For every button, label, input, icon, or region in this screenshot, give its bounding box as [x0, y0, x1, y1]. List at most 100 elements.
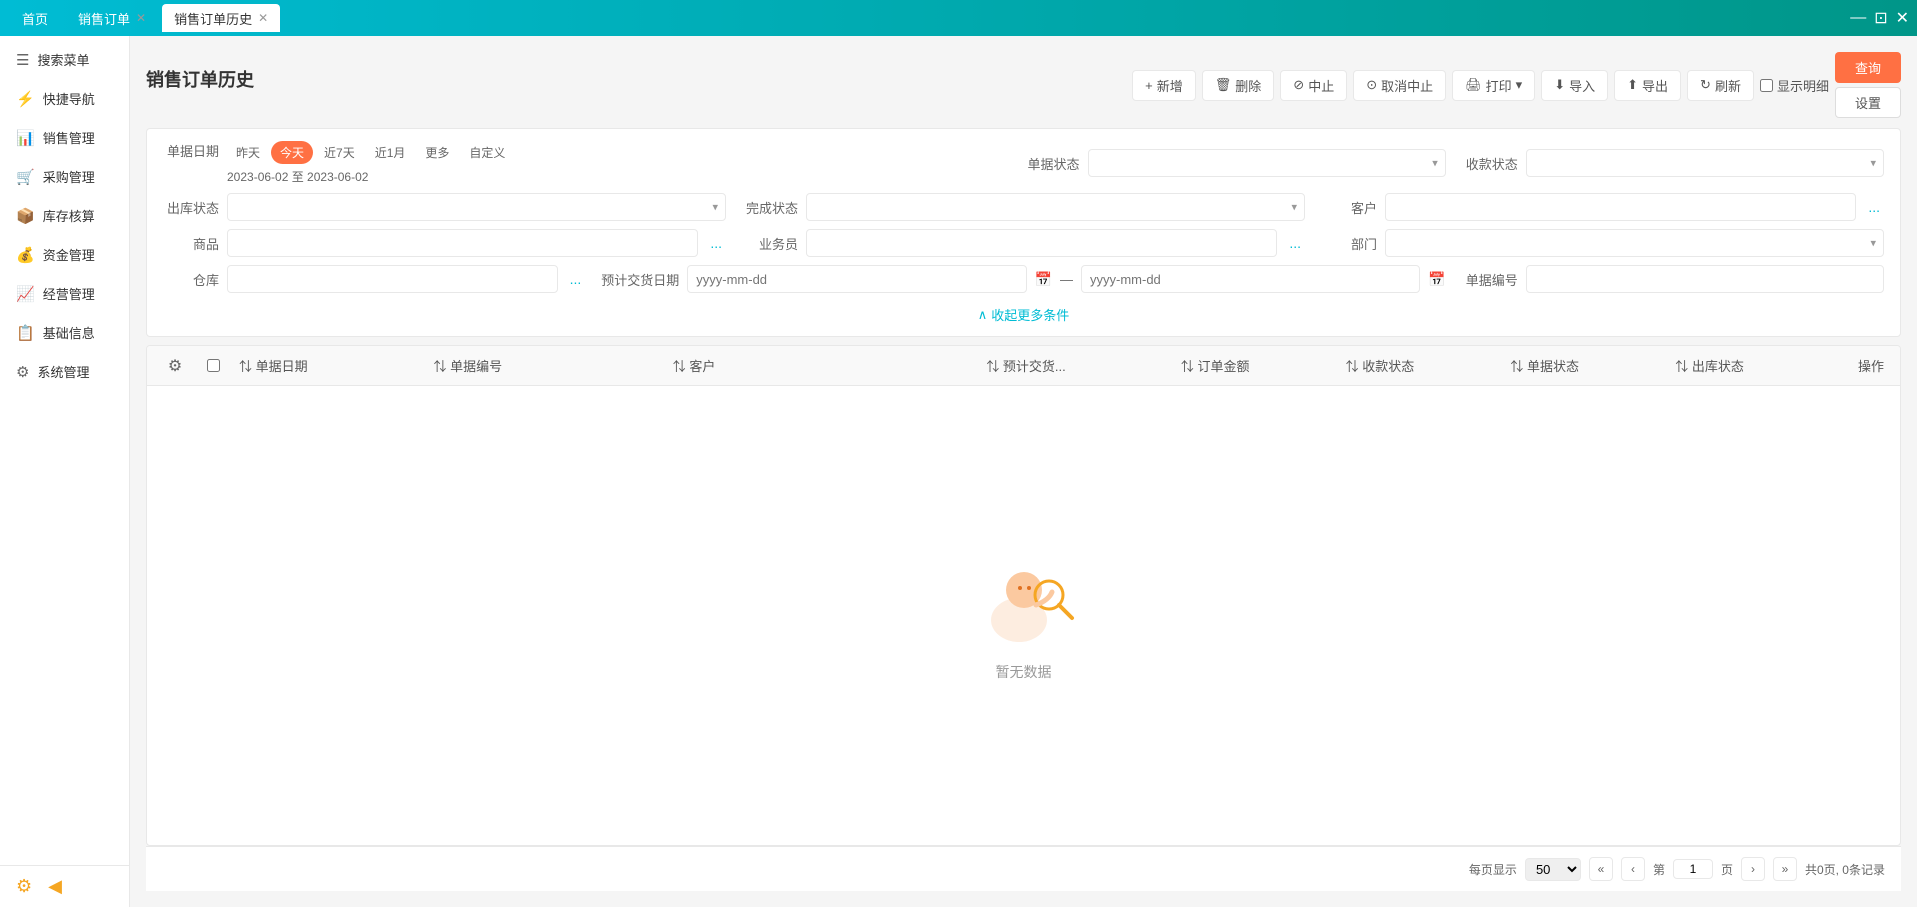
warehouse-ellipsis[interactable]: ... [566, 271, 586, 287]
th-order-status[interactable]: ⇅ 单据状态 [1502, 356, 1667, 375]
sidebar-item-capital[interactable]: 💰 资金管理 [0, 235, 129, 274]
refresh-label: 刷新 [1715, 76, 1741, 95]
sidebar-item-quick-nav-label: 快捷导航 [43, 89, 95, 108]
tab-home[interactable]: 首页 [8, 4, 62, 32]
home-label: 首页 [22, 9, 48, 28]
sidebar-item-ops[interactable]: 📈 经营管理 [0, 274, 129, 313]
per-page-select[interactable]: 50 10 20 100 [1525, 858, 1581, 881]
sidebar-item-search-menu[interactable]: ☰ 搜索菜单 [0, 40, 129, 79]
th-client[interactable]: ⇅ 客户 [665, 356, 979, 375]
delete-icon: 🗑 [1215, 77, 1232, 93]
stock-status-select[interactable] [227, 193, 726, 221]
empty-illustration [964, 550, 1084, 650]
minimize-icon[interactable]: — [1850, 9, 1866, 27]
product-label: 商品 [163, 234, 219, 253]
th-pay-status[interactable]: ⇅ 收款状态 [1338, 356, 1503, 375]
cal-end-icon[interactable]: 📅 [1428, 271, 1445, 288]
sidebar-item-sys[interactable]: ⚙ 系统管理 [0, 352, 129, 391]
sidebar-item-basic[interactable]: 📋 基础信息 [0, 313, 129, 352]
sidebar-item-basic-label: 基础信息 [43, 323, 95, 342]
filter-product: 商品 ... [163, 229, 726, 257]
tab-sales-order[interactable]: 销售订单 ✕ [66, 4, 158, 32]
per-page-label: 每页显示 [1469, 861, 1517, 878]
prev-page-button[interactable]: ‹ [1621, 857, 1645, 881]
delivery-date-start-input[interactable] [687, 265, 1026, 293]
delete-button[interactable]: 🗑 删除 [1202, 70, 1275, 101]
next-page-button[interactable]: › [1741, 857, 1765, 881]
th-settings[interactable]: ⚙ [155, 356, 195, 376]
sidebar-item-purchase-label: 采购管理 [43, 167, 95, 186]
date-chip-more[interactable]: 更多 [416, 141, 458, 164]
tab-sales-order-close[interactable]: ✕ [136, 11, 146, 25]
order-status-select[interactable] [1088, 149, 1446, 177]
collapse-row[interactable]: ∧ 收起更多条件 [163, 301, 1884, 324]
import-button[interactable]: ⬇ 导入 [1541, 70, 1608, 101]
sidebar-item-inventory[interactable]: 📦 库存核算 [0, 196, 129, 235]
stop-button[interactable]: ⊘ 中止 [1280, 70, 1347, 101]
th-stock-status[interactable]: ⇅ 出库状态 [1667, 356, 1832, 375]
date-chip-1month[interactable]: 近1月 [366, 141, 415, 164]
cancel-stop-label: 取消中止 [1381, 76, 1433, 95]
restore-icon[interactable]: ⊡ [1874, 8, 1887, 28]
customer-ellipsis[interactable]: ... [1864, 199, 1884, 215]
first-page-button[interactable]: « [1589, 857, 1613, 881]
th-checkbox[interactable] [195, 359, 231, 372]
th-amount[interactable]: ⇅ 订单金额 [1173, 356, 1338, 375]
page-title: 销售订单历史 [146, 66, 254, 92]
quick-nav-icon: ⚡ [16, 90, 35, 108]
query-button[interactable]: 查询 [1835, 52, 1901, 83]
complete-status-select[interactable] [806, 193, 1305, 221]
dept-select[interactable] [1385, 229, 1884, 257]
product-input[interactable] [227, 229, 698, 257]
select-all-checkbox[interactable] [207, 359, 220, 372]
current-page-input[interactable] [1673, 859, 1713, 879]
date-chip-7days[interactable]: 近7天 [315, 141, 364, 164]
import-label: 导入 [1569, 76, 1595, 95]
show-detail-checkbox[interactable] [1760, 79, 1773, 92]
close-window-icon[interactable]: ✕ [1896, 8, 1909, 28]
th-order-num[interactable]: ⇅ 单据编号 [426, 356, 665, 375]
filter-delivery-date: 预计交货日期 📅 — 📅 [601, 265, 1446, 293]
tab-sales-history[interactable]: 销售订单历史 ✕ [162, 4, 280, 32]
salesperson-ellipsis[interactable]: ... [1285, 235, 1305, 251]
sidebar-item-quick-nav[interactable]: ⚡ 快捷导航 [0, 79, 129, 118]
setting-button[interactable]: 设置 [1835, 87, 1901, 118]
order-num-input[interactable] [1526, 265, 1884, 293]
empty-svg [964, 550, 1084, 650]
product-ellipsis[interactable]: ... [706, 235, 726, 251]
ops-icon: 📈 [16, 285, 35, 303]
salesperson-input[interactable] [806, 229, 1277, 257]
print-button[interactable]: 🖨 打印 ▾ [1452, 70, 1535, 101]
filter-dept: 部门 ▾ [1321, 229, 1884, 257]
sidebar-item-search-menu-label: 搜索菜单 [37, 50, 89, 69]
sidebar-item-purchase[interactable]: 🛒 采购管理 [0, 157, 129, 196]
sidebar-bottom: ⚙ ◀ [0, 865, 129, 907]
date-chip-yesterday[interactable]: 昨天 [227, 141, 269, 164]
pay-status-select[interactable] [1526, 149, 1884, 177]
customer-label: 客户 [1321, 198, 1377, 217]
gear-icon[interactable]: ⚙ [168, 356, 182, 376]
refresh-button[interactable]: ↻ 刷新 [1687, 70, 1754, 101]
th-amount-label: ⇅ 订单金额 [1181, 356, 1250, 375]
th-delivery[interactable]: ⇅ 预计交货... [978, 356, 1173, 375]
warehouse-input[interactable] [227, 265, 558, 293]
th-delivery-label: ⇅ 预计交货... [986, 356, 1065, 375]
order-status-label: 单据状态 [1024, 154, 1080, 173]
setting-bottom-icon[interactable]: ⚙ [16, 876, 32, 897]
sidebar-item-sales[interactable]: 📊 销售管理 [0, 118, 129, 157]
date-chip-today[interactable]: 今天 [271, 141, 313, 164]
dept-label: 部门 [1321, 234, 1377, 253]
customer-input[interactable] [1385, 193, 1856, 221]
th-date[interactable]: ⇅ 单据日期 [231, 356, 426, 375]
last-page-button[interactable]: » [1773, 857, 1797, 881]
pay-status-label: 收款状态 [1462, 154, 1518, 173]
sidebar-item-sys-label: 系统管理 [37, 362, 89, 381]
cancel-stop-button[interactable]: ⊙ 取消中止 [1353, 70, 1446, 101]
delivery-date-end-input[interactable] [1081, 265, 1420, 293]
new-button[interactable]: + 新增 [1132, 70, 1196, 101]
date-chip-custom[interactable]: 自定义 [460, 141, 514, 164]
tab-sales-history-close[interactable]: ✕ [258, 11, 268, 25]
collapse-sidebar-icon[interactable]: ◀ [48, 876, 62, 897]
cal-start-icon[interactable]: 📅 [1035, 271, 1052, 288]
export-button[interactable]: ⬆ 导出 [1614, 70, 1681, 101]
